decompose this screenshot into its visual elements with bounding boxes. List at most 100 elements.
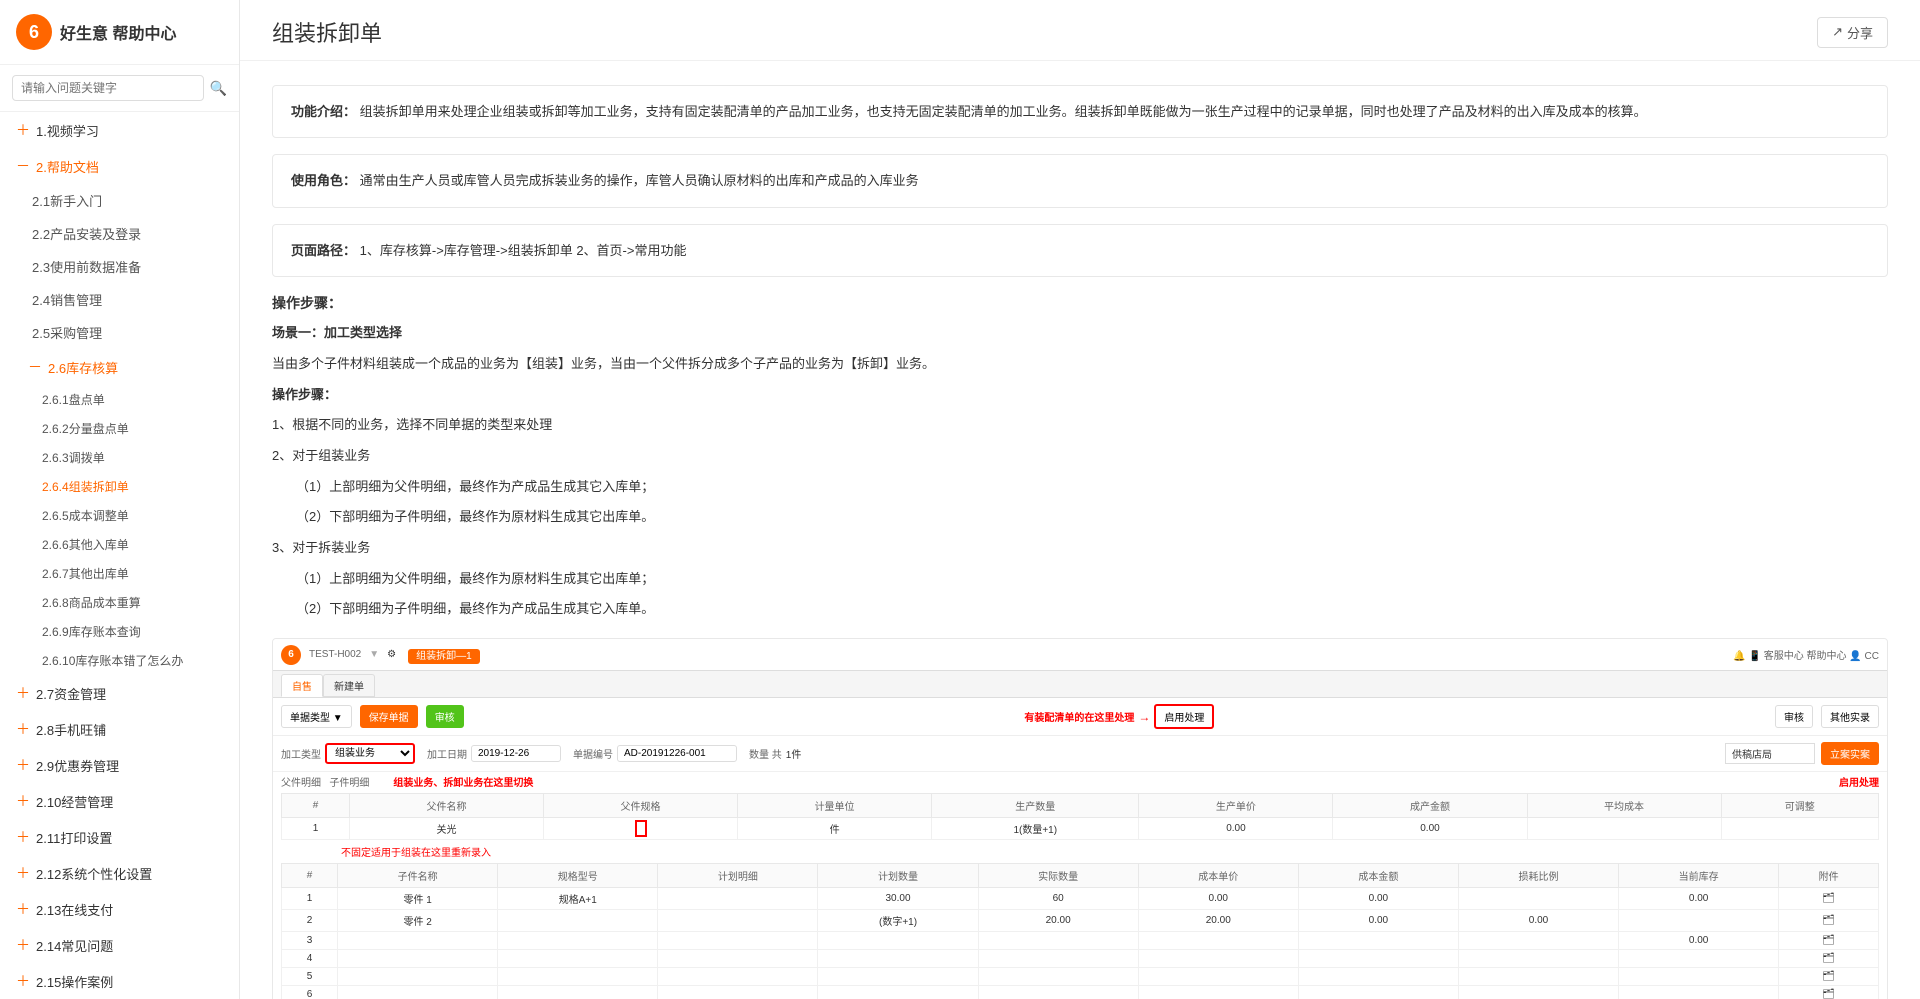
sidebar-item-docs[interactable]: － 2.帮助文档 — [0, 148, 239, 184]
plus-icon: ＋ — [16, 683, 30, 703]
inner-td-price: 0.00 — [1139, 818, 1333, 840]
sidebar-item-mgmt[interactable]: ＋ 2.10经营管理 — [0, 783, 239, 819]
inner-td-adj — [1721, 818, 1878, 840]
inner-tag: 组装拆卸—1 — [408, 647, 480, 662]
inner-field-no-label: 单据编号 — [573, 746, 613, 761]
inner-child-thead: # 子件名称 规格型号 计划明细 计划数量 实际数量 成本单价 成本金额 损耗比… — [282, 864, 1879, 888]
inner-th-7: 成产金额 — [1333, 794, 1527, 818]
inner-btn-annotation[interactable]: 启用处理 — [1154, 704, 1214, 729]
inner-btn-save[interactable]: 保存单据 — [360, 705, 418, 728]
sidebar-item-2-6-9[interactable]: 2.6.9库存账本查询 — [0, 617, 239, 646]
inner-th-2: 父件名称 — [349, 794, 543, 818]
sidebar-item-2-6-10[interactable]: 2.6.10库存账本错了怎么办 — [0, 646, 239, 675]
step3-2: （2）下部明细为子件明细，最终作为产成品生成其它入库单。 — [296, 597, 1888, 622]
table-row: 2 零件 2 (数字+1) 20.00 20.00 0.00 0.00 � — [282, 910, 1879, 932]
sidebar-item-purchase[interactable]: 2.5采购管理 — [0, 316, 239, 349]
inner-input-date[interactable] — [471, 745, 561, 762]
sidebar-item-data[interactable]: 2.3使用前数据准备 — [0, 250, 239, 283]
sidebar-item-install[interactable]: 2.2产品安装及登录 — [0, 217, 239, 250]
step2: 2、对于组装业务 — [272, 444, 1888, 469]
inner-field-type-label: 加工类型 — [281, 746, 321, 761]
inner-annotation4: 启用处理 — [1839, 774, 1879, 789]
inner-btn-extra2[interactable]: 其他实录 — [1821, 705, 1879, 728]
table-row: 1 关光 件 1(数量+1) 0.00 0.00 — [282, 818, 1879, 840]
sidebar-item-coupon[interactable]: ＋ 2.9优惠券管理 — [0, 747, 239, 783]
plus-icon: ＋ — [16, 827, 30, 847]
inner-btn-extra[interactable]: 审核 — [1775, 705, 1813, 728]
search-input[interactable] — [12, 75, 204, 101]
inner-tab-new[interactable]: 新建单 — [323, 674, 375, 697]
sidebar-item-newbie[interactable]: 2.1新手入门 — [0, 184, 239, 217]
function-intro-text: 组装拆卸单用来处理企业组装或拆卸等加工业务，支持有固定装配清单的产品加工业务，也… — [360, 104, 1647, 119]
inner-annotation-bottom-row: 不固定适用于组装在这里重新录入 — [273, 844, 1887, 863]
inner-field-date: 加工日期 — [427, 745, 561, 762]
sidebar-item-custom[interactable]: ＋ 2.12系统个性化设置 — [0, 855, 239, 891]
inner-topbar: 6 TEST-H002 ▼ ⚙ 组装拆卸—1 🔔 📱 客服中心 帮助中心 👤 C… — [273, 639, 1887, 671]
inner-select-type[interactable]: 组装业务 拆卸业务 — [325, 743, 415, 764]
inner-btn-confirm[interactable]: 立案实案 — [1821, 742, 1879, 765]
inner-ui: 6 TEST-H002 ▼ ⚙ 组装拆卸—1 🔔 📱 客服中心 帮助中心 👤 C… — [273, 639, 1887, 999]
inner-tabs-bar: 自售 新建单 — [273, 671, 1887, 698]
inner-logo: 6 — [281, 645, 301, 665]
table-row: 4 🗂 — [282, 950, 1879, 968]
inner-ctd-1: 1 — [282, 888, 338, 910]
sidebar-item-print[interactable]: ＋ 2.11打印设置 — [0, 819, 239, 855]
sidebar-item-2-6-1[interactable]: 2.6.1盘点单 — [0, 385, 239, 414]
inner-toolbar-area: 单据类型 ▼ 保存单据 审核 有装配清单的在这里处理 → 启用处理 审核 其他实… — [273, 698, 1887, 736]
sidebar: 6 好生意 帮助中心 🔍 ＋ 1.视频学习 － 2.帮助文档 2.1新手入门 2… — [0, 0, 240, 999]
inner-field-date-label: 加工日期 — [427, 746, 467, 761]
inner-th-8: 平均成本 — [1527, 794, 1721, 818]
inner-ctd-3: 规格A+1 — [498, 888, 658, 910]
inner-cth-10: 当前库存 — [1619, 864, 1779, 888]
inner-cth-2: 子件名称 — [338, 864, 498, 888]
table-row: 5 🗂 — [282, 968, 1879, 986]
inner-ctd-8: 0.00 — [1298, 888, 1458, 910]
scene-label: 场景一：加工类型选择 — [272, 321, 1888, 346]
sidebar-item-2-6-4[interactable]: 2.6.4组装拆卸单 — [0, 472, 239, 501]
sidebar-item-cases[interactable]: ＋ 2.15操作案例 — [0, 963, 239, 999]
inner-child-table-area: # 子件名称 规格型号 计划明细 计划数量 实际数量 成本单价 成本金额 损耗比… — [273, 863, 1887, 999]
inner-input-no[interactable] — [617, 745, 737, 762]
sidebar-item-2-6-3[interactable]: 2.6.3调拨单 — [0, 443, 239, 472]
inner-spec-val — [635, 820, 647, 837]
path-text: 1、库存核算->库存管理->组装拆卸单 2、首页->常用功能 — [360, 243, 687, 258]
sidebar-item-faq[interactable]: ＋ 2.14常见问题 — [0, 927, 239, 963]
step2-1: （1）上部明细为父件明细，最终作为产成品生成其它入库单； — [296, 475, 1888, 500]
inner-annotation3-area: 组装业务、拆卸业务在这里切换 — [393, 774, 533, 789]
search-button[interactable]: 🔍 — [210, 80, 227, 97]
step3: 3、对于拆装业务 — [272, 536, 1888, 561]
app-name: 好生意 帮助中心 — [60, 20, 176, 44]
sidebar-item-2-6-6[interactable]: 2.6.6其他入库单 — [0, 530, 239, 559]
sidebar-item-2-6-5[interactable]: 2.6.5成本调整单 — [0, 501, 239, 530]
sidebar-item-inventory[interactable]: － 2.6库存核算 — [0, 349, 239, 385]
sidebar-item-sales[interactable]: 2.4销售管理 — [0, 283, 239, 316]
inner-dropdown-icon: ▼ — [369, 649, 379, 660]
role-text: 通常由生产人员或库管人员完成拆装业务的操作，库管人员确认原材料的出库和产成品的入… — [360, 173, 919, 188]
inner-btn-submit[interactable]: 审核 — [426, 705, 464, 728]
plus-icon: ＋ — [16, 971, 30, 991]
function-intro-box: 功能介绍： 组装拆卸单用来处理企业组装或拆卸等加工业务，支持有固定装配清单的产品… — [272, 85, 1888, 138]
sidebar-item-2-6-2[interactable]: 2.6.2分量盘点单 — [0, 414, 239, 443]
sidebar-item-2-6-8[interactable]: 2.6.8商品成本重算 — [0, 588, 239, 617]
share-icon: ↗ — [1832, 24, 1843, 40]
inner-th-9: 可调整 — [1721, 794, 1878, 818]
sidebar-item-2-6-7[interactable]: 2.6.7其他出库单 — [0, 559, 239, 588]
inner-tab-self[interactable]: 自售 — [281, 674, 323, 697]
inner-td-amount: 0.00 — [1333, 818, 1527, 840]
sidebar-item-payment[interactable]: ＋ 2.13在线支付 — [0, 891, 239, 927]
inner-btn-type[interactable]: 单据类型 ▼ — [281, 705, 352, 728]
inner-annotation-bottom: 不固定适用于组装在这里重新录入 — [341, 844, 491, 859]
inner-ctd-2: 零件 1 — [338, 888, 498, 910]
inner-ctd-7: 0.00 — [1138, 888, 1298, 910]
sidebar-item-finance[interactable]: ＋ 2.7资金管理 — [0, 675, 239, 711]
plus-icon: ＋ — [16, 719, 30, 739]
main-body: 功能介绍： 组装拆卸单用来处理企业组装或拆卸等加工业务，支持有固定装配清单的产品… — [240, 61, 1920, 999]
sidebar-item-mobile[interactable]: ＋ 2.8手机旺铺 — [0, 711, 239, 747]
nav-section: ＋ 1.视频学习 － 2.帮助文档 2.1新手入门 2.2产品安装及登录 2.3… — [0, 112, 239, 999]
inner-th-4: 计量单位 — [738, 794, 932, 818]
inner-cth-5: 计划数量 — [818, 864, 978, 888]
sidebar-item-video[interactable]: ＋ 1.视频学习 — [0, 112, 239, 148]
share-button[interactable]: ↗ 分享 — [1817, 17, 1888, 48]
step2-2: （2）下部明细为子件明细，最终作为原材料生成其它出库单。 — [296, 505, 1888, 530]
inner-arrow1: → — [1138, 710, 1150, 724]
